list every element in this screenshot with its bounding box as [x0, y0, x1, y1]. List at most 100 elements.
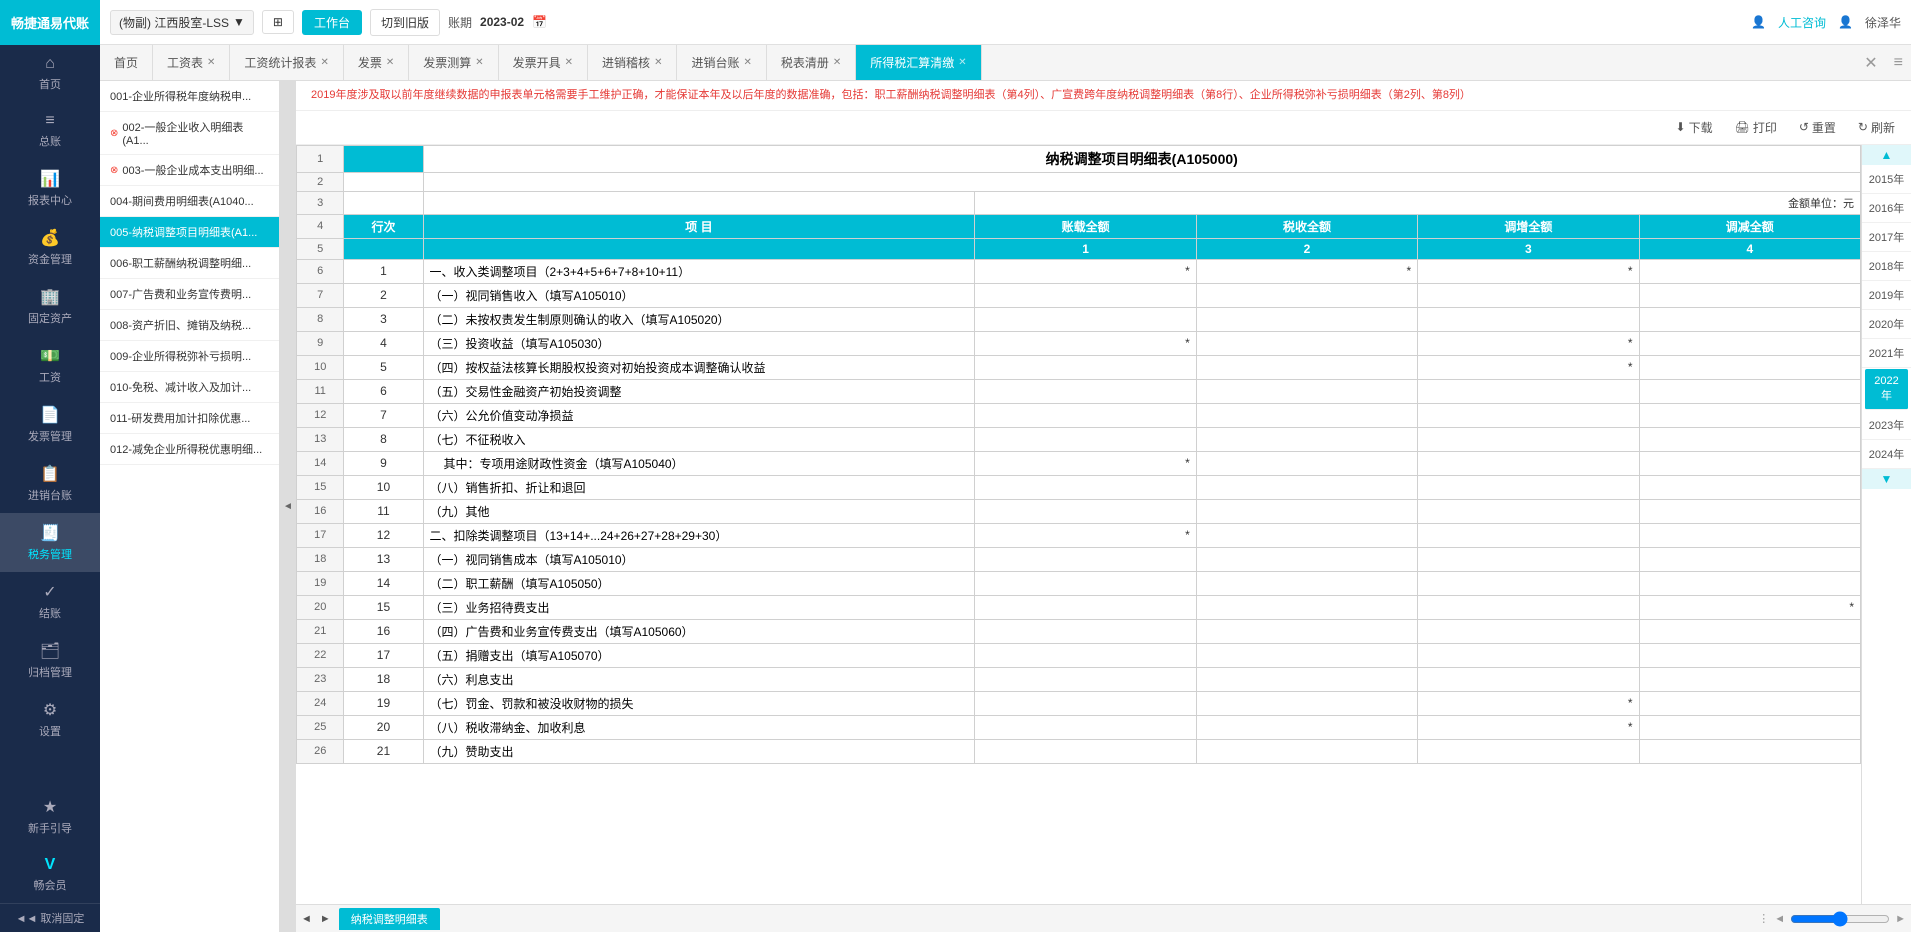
bottom-bar: ◄ ► 纳税调整明细表 ⋮ ◄ ►	[296, 904, 1911, 932]
content-area: 001-企业所得税年度纳税申... ⊗ 002-一般企业收入明细表(A1... …	[100, 81, 1911, 932]
year-item-2016[interactable]: 2016年	[1862, 194, 1911, 223]
tab-close-icon[interactable]: ✕	[833, 57, 841, 68]
year-item-2015[interactable]: 2015年	[1862, 165, 1911, 194]
left-item-004[interactable]: 004-期间费用明细表(A1040...	[100, 186, 279, 217]
scroll-left-btn[interactable]: ►	[1895, 913, 1906, 925]
item-label: 008-资产折旧、摊销及纳税...	[110, 317, 251, 333]
left-item-007[interactable]: 007-广告费和业务宣传费明...	[100, 279, 279, 310]
tab-payroll-stat[interactable]: 工资统计报表 ✕	[230, 45, 343, 80]
year-nav-down[interactable]: ▼	[1862, 469, 1911, 489]
tab-home[interactable]: 首页	[100, 45, 153, 80]
tab-invoice[interactable]: 发票 ✕	[344, 45, 409, 80]
tab-close-icon[interactable]: ✕	[743, 57, 751, 68]
tab-label: 工资统计报表	[244, 54, 316, 71]
sidebar-item-settlement[interactable]: ✓ 结账	[0, 572, 100, 631]
archive-icon: 🗂	[40, 641, 60, 661]
sidebar-item-payroll[interactable]: 💵 工资	[0, 336, 100, 395]
user-avatar: 👤	[1838, 15, 1853, 29]
tab-close-icon[interactable]: ✕	[207, 57, 215, 68]
tab-close-all-icon[interactable]: ✕	[1856, 53, 1885, 73]
sidebar-item-settings[interactable]: ⚙ 设置	[0, 690, 100, 749]
vip-icon: V	[45, 856, 56, 874]
tab-close-icon[interactable]: ✕	[386, 57, 394, 68]
print-button[interactable]: 🖨 打印	[1729, 116, 1783, 139]
scroll-right-btn[interactable]: ◄	[1774, 913, 1785, 925]
sidebar-item-home[interactable]: ⌂ 首页	[0, 45, 100, 102]
sidebar-item-label: 资金管理	[28, 251, 72, 267]
year-item-2022[interactable]: 2022年	[1865, 369, 1908, 410]
tab-income-tax[interactable]: 所得税汇算清缴 ✕	[856, 45, 981, 80]
year-nav-up[interactable]: ▲	[1862, 145, 1911, 165]
left-item-012[interactable]: 012-减免企业所得税优惠明细...	[100, 434, 279, 465]
tab-close-icon[interactable]: ✕	[565, 57, 573, 68]
sidebar-item-ledger[interactable]: ≡ 总账	[0, 102, 100, 159]
sidebar-item-vip[interactable]: V 畅会员	[0, 846, 100, 903]
tab-close-icon[interactable]: ✕	[654, 57, 662, 68]
old-version-button[interactable]: 切到旧版	[370, 9, 440, 36]
col-b-cell	[423, 191, 975, 214]
sidebar-item-new-guide[interactable]: ★ 新手引导	[0, 787, 100, 846]
year-item-2019[interactable]: 2019年	[1862, 281, 1911, 310]
panel-collapse-btn[interactable]: ◄	[280, 81, 296, 932]
tab-payroll[interactable]: 工资表 ✕	[153, 45, 230, 80]
copy-icon-btn[interactable]: ⊞	[262, 10, 294, 34]
sidebar-item-label: 首页	[39, 76, 61, 92]
sidebar-item-tax-mgmt[interactable]: 🧾 税务管理	[0, 513, 100, 572]
year-item-2023[interactable]: 2023年	[1862, 411, 1911, 440]
bottom-tab[interactable]: 纳税调整明细表	[339, 908, 440, 930]
left-item-005[interactable]: 005-纳税调整项目明细表(A1...	[100, 217, 279, 248]
tab-invoice-open[interactable]: 发票开具 ✕	[499, 45, 588, 80]
sidebar-fix-btn[interactable]: ◄◄ 取消固定	[0, 903, 100, 932]
table-row: 23 18 （六）利息支出	[297, 667, 1861, 691]
year-item-2020[interactable]: 2020年	[1862, 310, 1911, 339]
calendar-icon[interactable]: 📅	[532, 15, 547, 29]
year-item-2017[interactable]: 2017年	[1862, 223, 1911, 252]
tab-ledger-in[interactable]: 进销台账 ✕	[677, 45, 766, 80]
col-header-c: 账载全额	[975, 214, 1196, 238]
left-item-010[interactable]: 010-免税、减计收入及加计...	[100, 372, 279, 403]
sidebar-item-archive-mgmt[interactable]: 🗂 归档管理	[0, 631, 100, 690]
left-item-003[interactable]: ⊗ 003-一般企业成本支出明细...	[100, 155, 279, 186]
refresh-button[interactable]: ↻ 刷新	[1852, 116, 1901, 139]
left-item-002[interactable]: ⊗ 002-一般企业收入明细表(A1...	[100, 112, 279, 155]
year-item-2018[interactable]: 2018年	[1862, 252, 1911, 281]
period-label: 账期	[448, 14, 472, 31]
left-item-006[interactable]: 006-职工薪酬纳税调整明细...	[100, 248, 279, 279]
sidebar-item-report[interactable]: 📊 报表中心	[0, 159, 100, 218]
left-item-011[interactable]: 011-研发费用加计扣除优惠...	[100, 403, 279, 434]
tab-invoice-calc[interactable]: 发票测算 ✕	[409, 45, 498, 80]
left-item-001[interactable]: 001-企业所得税年度纳税申...	[100, 81, 279, 112]
asset-icon: 💰	[40, 228, 60, 248]
year-item-2024[interactable]: 2024年	[1862, 440, 1911, 469]
table-area[interactable]: 1 纳税调整项目明细表(A105000) 2 3	[296, 145, 1861, 905]
workbench-button[interactable]: 工作台	[302, 10, 362, 35]
company-selector[interactable]: (物副) 江西股室-LSS ▼	[110, 10, 254, 35]
tab-close-icon[interactable]: ✕	[320, 57, 328, 68]
left-item-008[interactable]: 008-资产折旧、摊销及纳税...	[100, 310, 279, 341]
left-item-009[interactable]: 009-企业所得税弥补亏损明...	[100, 341, 279, 372]
tab-close-icon[interactable]: ✕	[475, 57, 483, 68]
download-button[interactable]: ⬇ 下载	[1670, 116, 1719, 139]
col-a-cell	[344, 172, 423, 191]
table-row: 20 15 （三）业务招待费支出 *	[297, 595, 1861, 619]
sidebar-item-label: 结账	[39, 605, 61, 621]
tab-tax-clear[interactable]: 税表清册 ✕	[767, 45, 856, 80]
year-item-2021[interactable]: 2021年	[1862, 339, 1911, 368]
tab-close-icon[interactable]: ✕	[958, 57, 966, 68]
tab-menu-icon[interactable]: ≡	[1886, 54, 1911, 72]
scroll-left-icon[interactable]: ◄	[301, 913, 312, 925]
sidebar-item-asset-mgmt[interactable]: 💰 资金管理	[0, 218, 100, 277]
sidebar-item-fixed-asset[interactable]: 🏢 固定资产	[0, 277, 100, 336]
horizontal-scrollbar[interactable]	[1790, 911, 1890, 927]
sidebar-item-invoice-mgmt[interactable]: 📄 发票管理	[0, 395, 100, 454]
scroll-right-icon[interactable]: ►	[320, 913, 331, 925]
sidebar-item-purchase-ledger[interactable]: 📋 进销台账	[0, 454, 100, 513]
reset-button[interactable]: ↺ 重置	[1793, 116, 1842, 139]
tab-invoice-in[interactable]: 进销稽核 ✕	[588, 45, 677, 80]
table-row: 9 4 （三）投资收益（填写A105030） * *	[297, 331, 1861, 355]
payroll-icon: 💵	[40, 346, 60, 366]
col-subheader-b	[423, 238, 975, 259]
scroll-handle[interactable]: ⋮	[1758, 912, 1769, 925]
user-label[interactable]: 徐泽华	[1865, 14, 1901, 31]
support-label[interactable]: 人工咨询	[1778, 14, 1826, 31]
